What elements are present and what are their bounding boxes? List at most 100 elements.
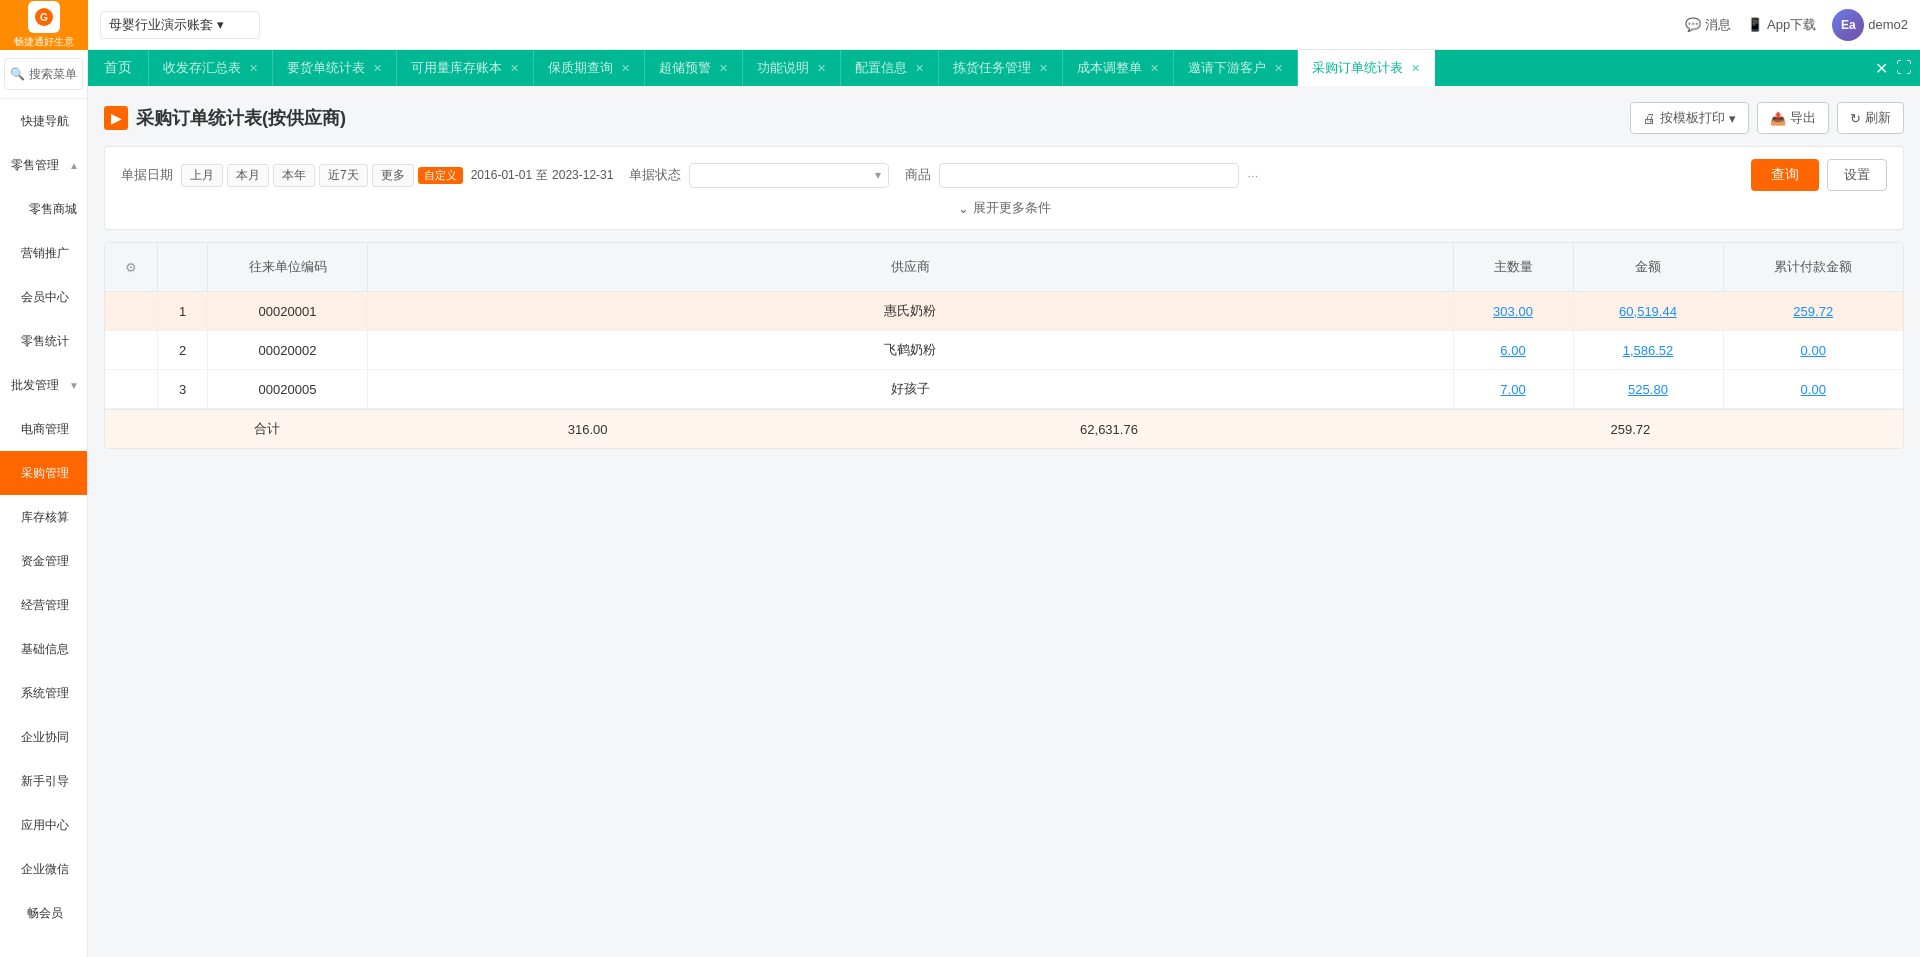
sidebar-item-basic-info[interactable]: 基础信息 [0, 627, 87, 671]
tab-config-info-label: 配置信息 [855, 59, 907, 77]
tab-collect-pay-close-icon[interactable]: ✕ [249, 62, 258, 75]
sidebar-item-inventory[interactable]: 库存核算 [0, 495, 87, 539]
status-select[interactable] [689, 163, 889, 188]
sidebar-item-app-center[interactable]: 应用中心 [0, 803, 87, 847]
tab-pick-task-label: 拣货任务管理 [953, 59, 1031, 77]
table-header-row: ⚙ 往来单位编码 供应商 主数量 金额 累计付款金额 [105, 243, 1903, 292]
tab-function-desc-label: 功能说明 [757, 59, 809, 77]
tab-validity[interactable]: 保质期查询 ✕ [534, 50, 645, 86]
footer-amount: 62,631.76 [848, 422, 1369, 437]
sidebar-item-retail[interactable]: 零售管理 ▲ [0, 143, 87, 187]
shortcut-this-year[interactable]: 本年 [273, 164, 315, 187]
shortcut-more[interactable]: 更多 [372, 164, 414, 187]
user-profile[interactable]: Ea demo2 [1832, 9, 1908, 41]
column-settings-icon[interactable]: ⚙ [117, 253, 145, 281]
th-supplier: 供应商 [368, 243, 1454, 292]
sidebar-purchase-label: 采购管理 [21, 465, 69, 482]
topbar: 母婴行业演示账套 ▾ 💬 消息 📱 App下载 Ea demo2 [88, 0, 1920, 50]
sidebar-item-retail-stat[interactable]: 零售统计 [0, 319, 87, 363]
sidebar-item-new-guide[interactable]: 新手引导 [0, 759, 87, 803]
tab-config-info-close-icon[interactable]: ✕ [915, 62, 924, 75]
sidebar-item-finance[interactable]: 资金管理 [0, 539, 87, 583]
tab-cost-adjust[interactable]: 成本调整单 ✕ [1063, 50, 1174, 86]
tab-function-desc[interactable]: 功能说明 ✕ [743, 50, 841, 86]
account-dropdown[interactable]: 母婴行业演示账套 ▾ [100, 11, 260, 39]
table-row[interactable]: 2 00020002 飞鹤奶粉 6.00 1,586.52 0.00 [105, 331, 1903, 370]
tab-purchase-stat[interactable]: 采购订单统计表 ✕ [1298, 50, 1435, 86]
th-index [158, 243, 208, 292]
sidebar-item-vip[interactable]: 畅会员 [0, 891, 87, 935]
page-header: ▶ 采购订单统计表(按供应商) 🖨 按模板打印 ▾ 📤 导出 ↻ 刷新 [104, 102, 1904, 134]
status-select-wrap [689, 163, 889, 188]
tab-maximize-button[interactable]: ⛶ [1896, 59, 1912, 77]
expand-conditions-button[interactable]: ⌄ 展开更多条件 [958, 199, 1051, 217]
message-button[interactable]: 💬 消息 [1685, 16, 1731, 34]
sidebar-search-area: 🔍 搜索菜单 [0, 50, 87, 99]
tab-invite-downstream-close-icon[interactable]: ✕ [1274, 62, 1283, 75]
row3-amount: 525.80 [1573, 370, 1723, 409]
shortcut-this-month[interactable]: 本月 [227, 164, 269, 187]
toggle-filter-button[interactable]: ▶ [104, 106, 128, 130]
sidebar-item-purchase[interactable]: 采购管理 [0, 451, 87, 495]
main-area: 母婴行业演示账套 ▾ 💬 消息 📱 App下载 Ea demo2 首页 收发存汇… [88, 0, 1920, 957]
search-menu-button[interactable]: 🔍 搜索菜单 [4, 58, 83, 90]
tab-invite-downstream[interactable]: 邀请下游客户 ✕ [1174, 50, 1298, 86]
th-paid: 累计付款金额 [1723, 243, 1903, 292]
sidebar-item-quick-nav[interactable]: 快捷导航 [0, 99, 87, 143]
tab-home[interactable]: 首页 [88, 50, 149, 86]
page-title: 采购订单统计表(按供应商) [136, 106, 346, 130]
table-row[interactable]: 3 00020005 好孩子 7.00 525.80 0.00 [105, 370, 1903, 409]
goods-input[interactable] [939, 163, 1239, 188]
page-header-actions: 🖨 按模板打印 ▾ 📤 导出 ↻ 刷新 [1630, 102, 1904, 134]
sidebar-new-guide-label: 新手引导 [21, 773, 69, 790]
tab-validity-close-icon[interactable]: ✕ [621, 62, 630, 75]
tab-purchase-stat-close-icon[interactable]: ✕ [1411, 62, 1420, 75]
tab-pick-task-close-icon[interactable]: ✕ [1039, 62, 1048, 75]
row1-index: 1 [158, 292, 208, 331]
logo[interactable]: G 畅捷通好生意 [0, 0, 88, 50]
tab-overstocked[interactable]: 超储预警 ✕ [645, 50, 743, 86]
sidebar-item-marketing[interactable]: 营销推广 [0, 231, 87, 275]
sidebar-item-system[interactable]: 系统管理 [0, 671, 87, 715]
tab-overstocked-label: 超储预警 [659, 59, 711, 77]
sidebar-item-enterprise-wechat[interactable]: 企业微信 [0, 847, 87, 891]
sidebar-item-ecommerce[interactable]: 电商管理 [0, 407, 87, 451]
shortcut-last-month[interactable]: 上月 [181, 164, 223, 187]
app-download-button[interactable]: 📱 App下载 [1747, 16, 1816, 34]
date-filter-label: 单据日期 [121, 166, 173, 184]
tab-pick-task[interactable]: 拣货任务管理 ✕ [939, 50, 1063, 86]
tab-cost-adjust-label: 成本调整单 [1077, 59, 1142, 77]
tab-config-info[interactable]: 配置信息 ✕ [841, 50, 939, 86]
tab-overstocked-close-icon[interactable]: ✕ [719, 62, 728, 75]
goods-more-icon[interactable]: ··· [1247, 168, 1258, 183]
sidebar-item-retail-mall[interactable]: 零售商城 [0, 187, 87, 231]
filter-toggle-icon: ▶ [111, 110, 122, 126]
row3-settings [105, 370, 158, 409]
sidebar-item-operation[interactable]: 经营管理 [0, 583, 87, 627]
sidebar-enterprise-collab-label: 企业协同 [21, 729, 69, 746]
sidebar-item-wholesale[interactable]: 批发管理 ▼ [0, 363, 87, 407]
svg-text:G: G [40, 12, 48, 23]
expand-label: 展开更多条件 [973, 199, 1051, 217]
sidebar-item-enterprise-collab[interactable]: 企业协同 [0, 715, 87, 759]
th-code: 往来单位编码 [208, 243, 368, 292]
tab-cost-adjust-close-icon[interactable]: ✕ [1150, 62, 1159, 75]
tab-available-stock[interactable]: 可用量库存账本 ✕ [397, 50, 534, 86]
tab-function-desc-close-icon[interactable]: ✕ [817, 62, 826, 75]
tab-goods-stat[interactable]: 要货单统计表 ✕ [273, 50, 397, 86]
tab-goods-stat-label: 要货单统计表 [287, 59, 365, 77]
settings-button[interactable]: 设置 [1827, 159, 1887, 191]
print-button[interactable]: 🖨 按模板打印 ▾ [1630, 102, 1749, 134]
table-row[interactable]: 1 00020001 惠氏奶粉 303.00 60,519.44 259.72 [105, 292, 1903, 331]
export-button[interactable]: 📤 导出 [1757, 102, 1829, 134]
query-button[interactable]: 查询 [1751, 159, 1819, 191]
date-range-separator: 至 [536, 167, 548, 184]
sidebar-item-member[interactable]: 会员中心 [0, 275, 87, 319]
shortcut-7days[interactable]: 近7天 [319, 164, 368, 187]
tab-goods-stat-close-icon[interactable]: ✕ [373, 62, 382, 75]
refresh-button[interactable]: ↻ 刷新 [1837, 102, 1904, 134]
tab-close-all-button[interactable]: ✕ [1875, 59, 1888, 78]
tab-collect-pay[interactable]: 收发存汇总表 ✕ [149, 50, 273, 86]
sidebar-wholesale-label: 批发管理 [11, 377, 59, 394]
tab-available-stock-close-icon[interactable]: ✕ [510, 62, 519, 75]
